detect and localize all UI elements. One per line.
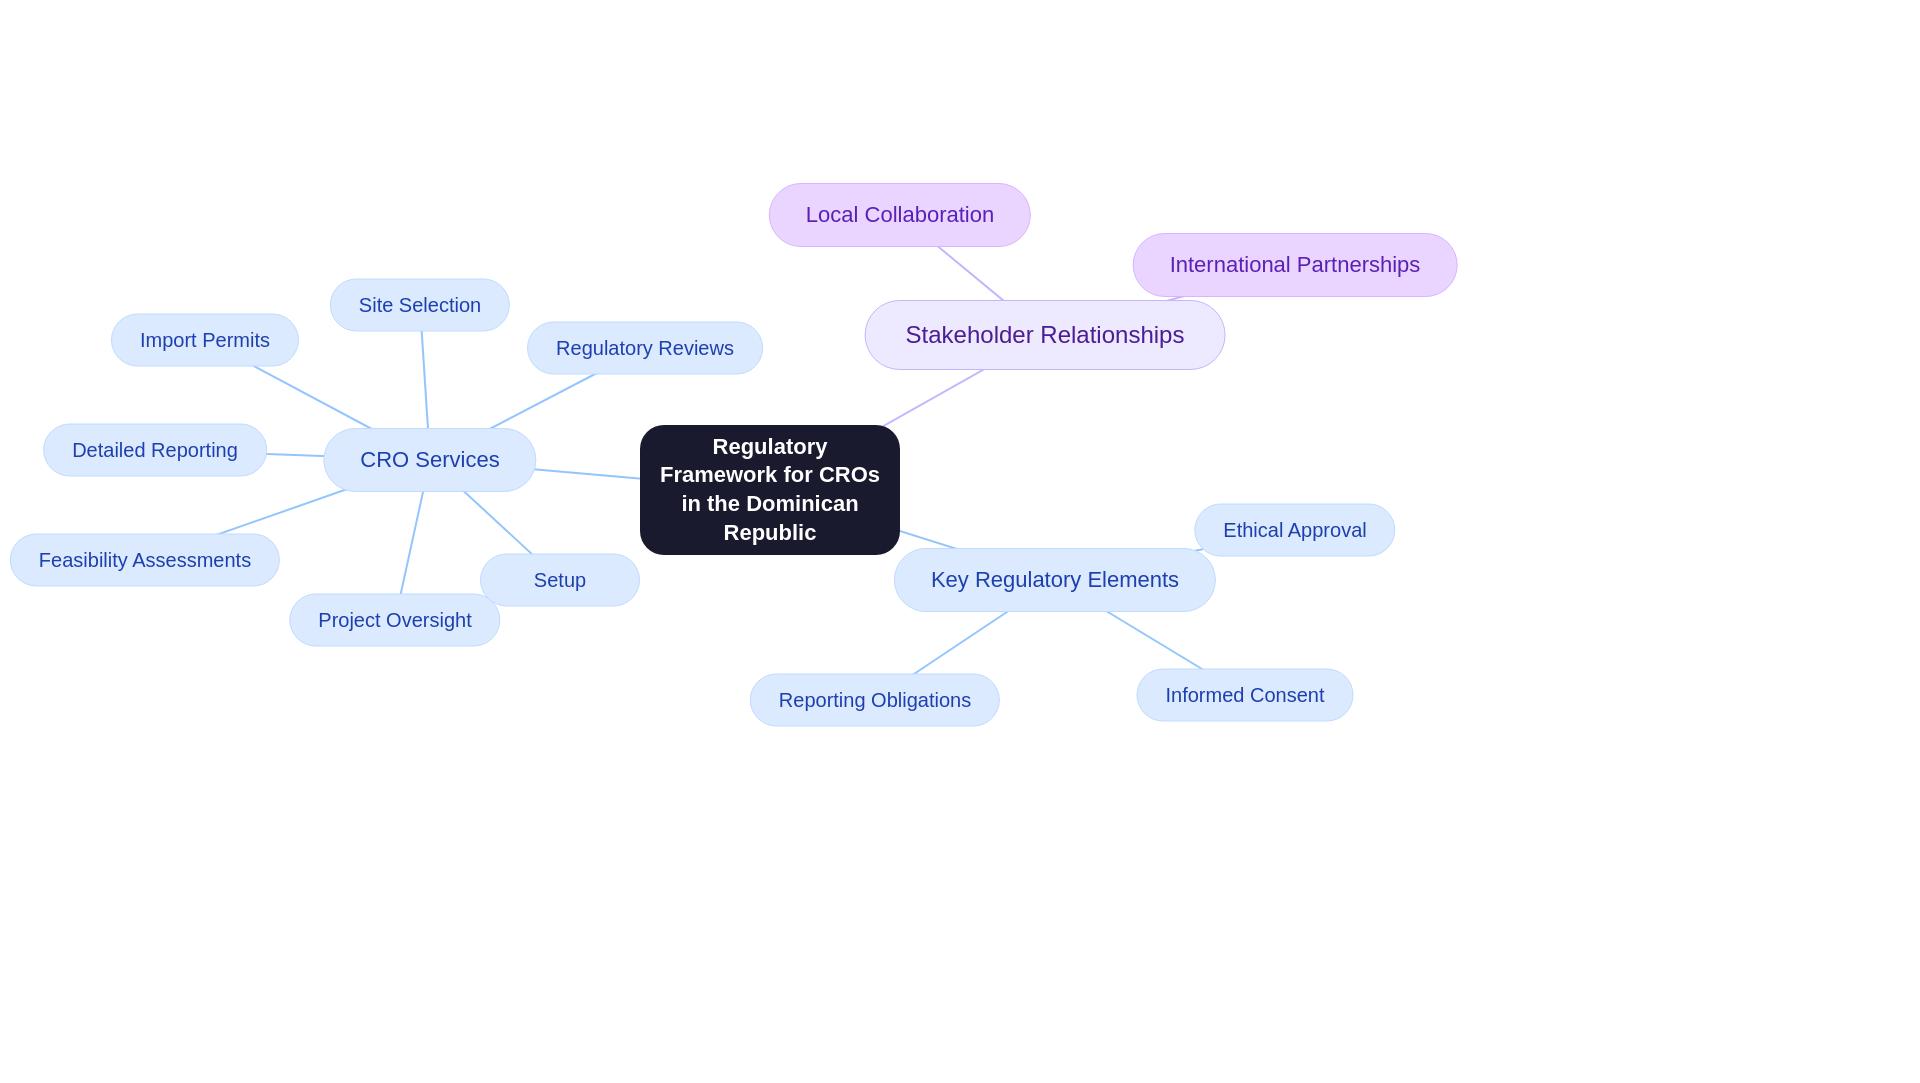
local-collaboration-node[interactable]: Local Collaboration	[769, 183, 1031, 247]
project-oversight-node[interactable]: Project Oversight	[289, 594, 500, 647]
ethical-approval-node[interactable]: Ethical Approval	[1194, 504, 1395, 557]
connection-lines	[0, 0, 1920, 1083]
key-regulatory-elements-node[interactable]: Key Regulatory Elements	[894, 548, 1216, 612]
regulatory-reviews-node[interactable]: Regulatory Reviews	[527, 322, 763, 375]
center-node[interactable]: Regulatory Framework for CROs in the Dom…	[640, 425, 900, 555]
informed-consent-node[interactable]: Informed Consent	[1137, 669, 1354, 722]
mindmap-container: Regulatory Framework for CROs in the Dom…	[0, 0, 1920, 1083]
setup-node[interactable]: Setup	[480, 554, 640, 607]
import-permits-node[interactable]: Import Permits	[111, 314, 299, 367]
reporting-obligations-node[interactable]: Reporting Obligations	[750, 674, 1000, 727]
feasibility-assessments-node[interactable]: Feasibility Assessments	[10, 534, 280, 587]
stakeholder-relationships-node[interactable]: Stakeholder Relationships	[865, 300, 1226, 370]
detailed-reporting-node[interactable]: Detailed Reporting	[43, 424, 267, 477]
cro-services-node[interactable]: CRO Services	[323, 428, 536, 492]
site-selection-node[interactable]: Site Selection	[330, 279, 510, 332]
international-partnerships-node[interactable]: International Partnerships	[1133, 233, 1458, 297]
